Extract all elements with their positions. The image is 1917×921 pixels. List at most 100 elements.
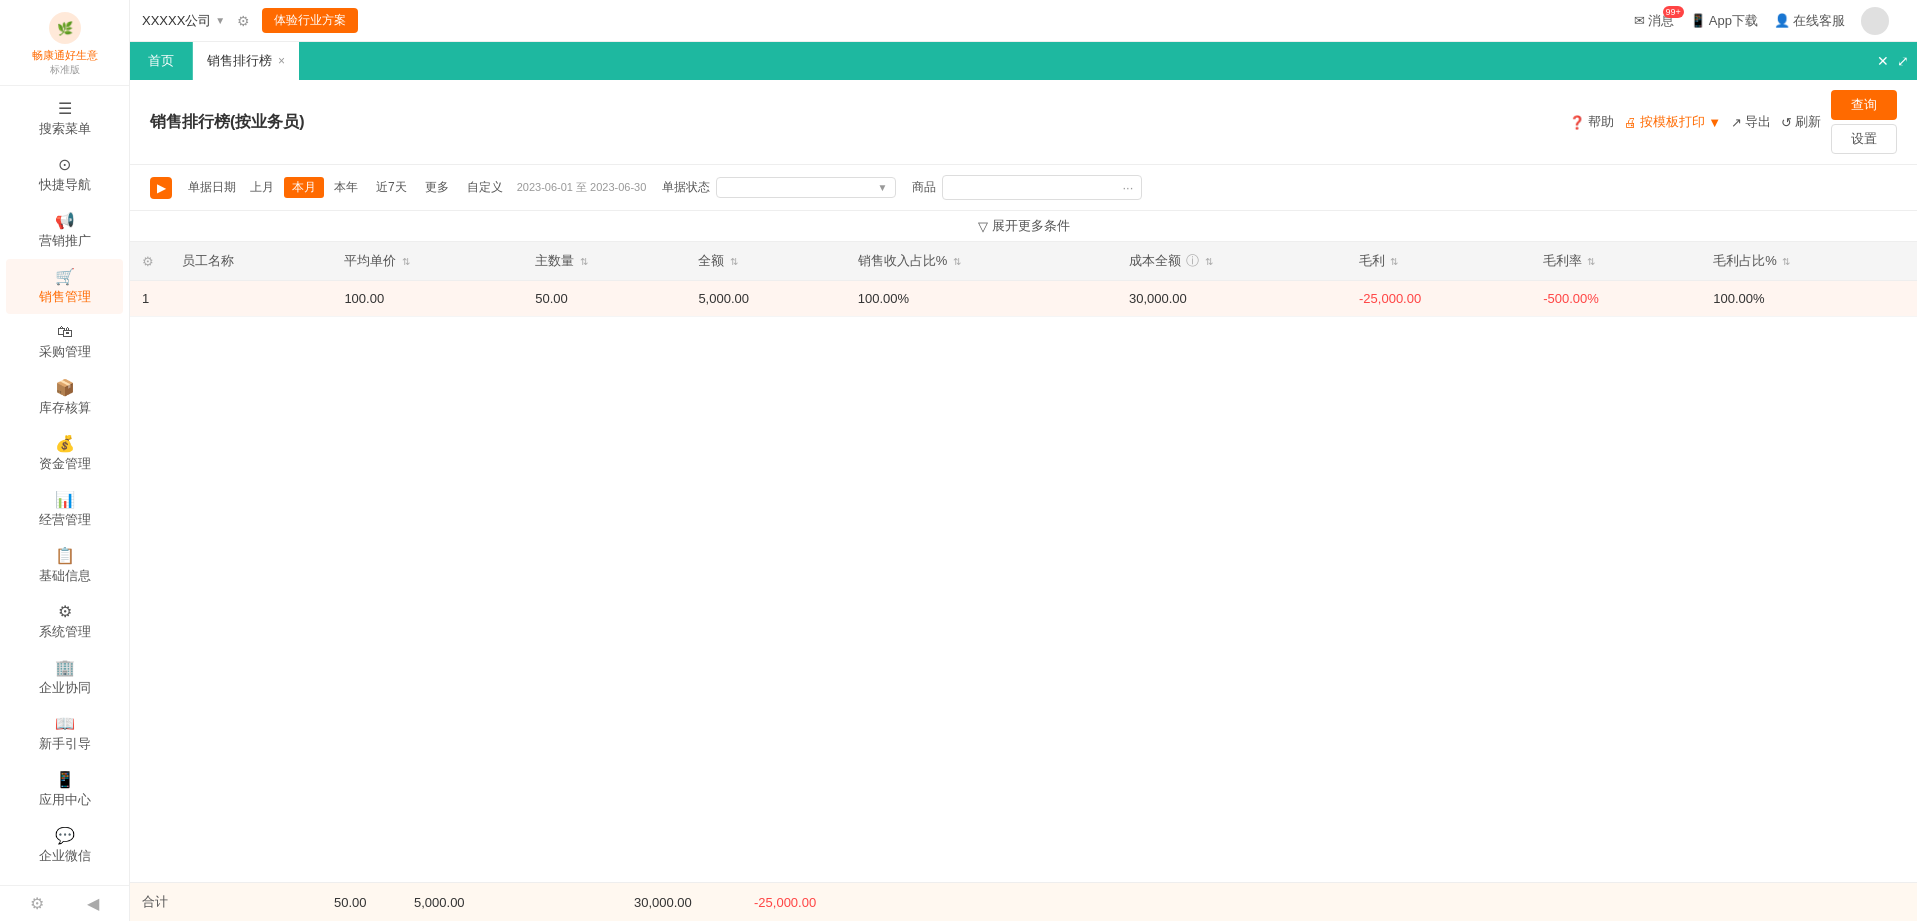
help-button[interactable]: ❓ 帮助 (1569, 113, 1614, 131)
expand-more-button[interactable]: ▽ 展开更多条件 (978, 217, 1070, 235)
tab-close-icon[interactable]: × (278, 54, 285, 68)
sidebar-item-basic-info[interactable]: 📋 基础信息 (6, 538, 123, 593)
date-tab-this-month[interactable]: 本月 (284, 177, 324, 198)
tabbar: 首页 销售排行榜 × ✕ ⤢ (130, 42, 1917, 80)
sidebar-item-system-label: 系统管理 (39, 623, 91, 641)
sidebar-item-system[interactable]: ⚙ 系统管理 (6, 594, 123, 649)
app-download-button[interactable]: 📱 App下载 (1690, 12, 1758, 30)
sidebar-item-app-center-label: 应用中心 (39, 791, 91, 809)
sidebar-item-sales[interactable]: 🛒 销售管理 (6, 259, 123, 314)
footer-quantity: 50.00 (322, 895, 402, 910)
refresh-label: 刷新 (1795, 113, 1821, 131)
status-filter-label: 单据状态 (662, 179, 710, 196)
enterprise-icon: 🏢 (55, 658, 75, 677)
sidebar-item-operations[interactable]: 📊 经营管理 (6, 482, 123, 537)
tab-close-all-icon[interactable]: ✕ (1877, 53, 1889, 69)
date-range-display: 2023-06-01 至 2023-06-30 (517, 180, 647, 195)
tab-sales-ranking[interactable]: 销售排行榜 × (193, 42, 299, 80)
gross-rate-sort-icon[interactable]: ⇅ (1587, 256, 1595, 267)
sidebar-item-search[interactable]: ☰ 搜索菜单 (6, 91, 123, 146)
date-tab-7days[interactable]: 近7天 (368, 177, 415, 198)
expand-down-icon: ▽ (978, 219, 988, 234)
refresh-button[interactable]: ↺ 刷新 (1781, 113, 1821, 131)
cell-cost: 30,000.00 (1117, 281, 1347, 317)
sidebar-item-finance[interactable]: 💰 资金管理 (6, 426, 123, 481)
goods-input[interactable]: ··· (942, 175, 1142, 200)
th-gross: 毛利 ⇅ (1347, 242, 1531, 281)
sidebar-item-operations-label: 经营管理 (39, 511, 91, 529)
avg-price-sort-icon[interactable]: ⇅ (402, 256, 410, 267)
th-settings[interactable]: ⚙ (130, 242, 170, 281)
cell-rank: 1 (130, 281, 170, 317)
cell-gross: -25,000.00 (1347, 281, 1531, 317)
settings-gear-icon[interactable]: ⚙ (237, 13, 250, 29)
tab-home[interactable]: 首页 (130, 42, 193, 80)
sidebar-item-enterprise[interactable]: 🏢 企业协同 (6, 650, 123, 705)
message-button[interactable]: ✉ 消息 99+ (1634, 12, 1674, 30)
filter-toggle-arrow[interactable]: ▶ (150, 177, 172, 199)
sidebar-item-inventory-label: 库存核算 (39, 399, 91, 417)
export-label: 导出 (1745, 113, 1771, 131)
status-select[interactable]: ▼ (716, 177, 896, 198)
system-icon: ⚙ (58, 602, 72, 621)
footer-gross: -25,000.00 (742, 895, 842, 910)
logo-icon: 🌿 (47, 10, 83, 46)
export-button[interactable]: ↗ 导出 (1731, 113, 1771, 131)
table-row[interactable]: 1 100.00 50.00 5,000.00 100.00% 30,000.0… (130, 281, 1917, 317)
gross-pct-sort-icon[interactable]: ⇅ (1782, 256, 1790, 267)
date-tab-this-year[interactable]: 本年 (326, 177, 366, 198)
sidebar-item-marketing-label: 营销推广 (39, 232, 91, 250)
date-tab-prev-month[interactable]: 上月 (242, 177, 282, 198)
sidebar-item-enterprise-label: 企业协同 (39, 679, 91, 697)
app-download-label: App下载 (1709, 12, 1758, 30)
th-gross-label: 毛利 (1359, 253, 1385, 268)
sidebar-collapse-icon[interactable]: ◀ (87, 894, 99, 913)
goods-more-icon[interactable]: ··· (1123, 180, 1134, 195)
company-selector[interactable]: XXXXX公司 ▼ (142, 12, 225, 30)
sidebar-nav: ☰ 搜索菜单 ⊙ 快捷导航 📢 营销推广 🛒 销售管理 🛍 采购管理 📦 库存核… (0, 86, 129, 885)
sidebar-item-wechat[interactable]: 💬 企业微信 (6, 818, 123, 873)
sidebar-settings-icon[interactable]: ⚙ (30, 894, 44, 913)
cost-info-icon[interactable]: ⓘ (1186, 252, 1199, 270)
amount-sort-icon[interactable]: ⇅ (730, 256, 738, 267)
sidebar-item-marketing[interactable]: 📢 营销推广 (6, 203, 123, 258)
sidebar-item-basic-info-label: 基础信息 (39, 567, 91, 585)
sidebar-item-purchase[interactable]: 🛍 采购管理 (6, 315, 123, 369)
sales-ranking-table: ⚙ 员工名称 平均单价 ⇅ 主数量 ⇅ 全额 (130, 242, 1917, 317)
cell-amount: 5,000.00 (686, 281, 845, 317)
help-icon: ❓ (1569, 115, 1585, 130)
date-tab-more[interactable]: 更多 (417, 177, 457, 198)
filter-area: ▶ 单据日期 上月 本月 本年 近7天 更多 自定义 2023-06-01 至 … (130, 165, 1917, 211)
gross-sort-icon[interactable]: ⇅ (1390, 256, 1398, 267)
online-service-button[interactable]: 👤 在线客服 (1774, 12, 1845, 30)
cell-gross-rate: -500.00% (1531, 281, 1701, 317)
th-avg-price: 平均单价 ⇅ (332, 242, 523, 281)
cost-sort-icon[interactable]: ⇅ (1205, 256, 1213, 267)
status-filter-group: 单据状态 ▼ (662, 177, 896, 198)
settings-button[interactable]: 设置 (1831, 124, 1897, 154)
footer-cost: 30,000.00 (622, 895, 742, 910)
date-filter-group: 单据日期 上月 本月 本年 近7天 更多 自定义 2023-06-01 至 20… (188, 177, 646, 198)
th-employee-name-label: 员工名称 (182, 253, 234, 268)
sidebar-item-guide[interactable]: 📖 新手引导 (6, 706, 123, 761)
user-avatar[interactable] (1861, 7, 1889, 35)
sidebar-item-quick-nav[interactable]: ⊙ 快捷导航 (6, 147, 123, 202)
sidebar-item-inventory[interactable]: 📦 库存核算 (6, 370, 123, 425)
experience-button[interactable]: 体验行业方案 (262, 8, 358, 33)
footer-avg-price (202, 895, 322, 910)
sales-pct-sort-icon[interactable]: ⇅ (953, 256, 961, 267)
sidebar-item-app-center[interactable]: 📱 应用中心 (6, 762, 123, 817)
search-menu-icon: ☰ (58, 99, 72, 118)
tab-fullscreen-icon[interactable]: ⤢ (1897, 53, 1909, 69)
status-select-arrow: ▼ (877, 182, 887, 193)
date-tabs: 上月 本月 本年 近7天 更多 自定义 (242, 177, 511, 198)
query-button[interactable]: 查询 (1831, 90, 1897, 120)
th-cost-label: 成本全额 (1129, 253, 1181, 268)
th-rank-name: 员工名称 (170, 242, 332, 281)
date-tab-custom[interactable]: 自定义 (459, 177, 511, 198)
print-button[interactable]: 🖨 按模板打印 ▼ (1624, 113, 1721, 131)
sidebar-item-member[interactable]: ◇ 畅会员 (6, 874, 123, 885)
quantity-sort-icon[interactable]: ⇅ (580, 256, 588, 267)
topbar: XXXXX公司 ▼ ⚙ 体验行业方案 ✉ 消息 99+ 📱 App下载 👤 在线… (130, 0, 1917, 42)
th-gross-rate: 毛利率 ⇅ (1531, 242, 1701, 281)
